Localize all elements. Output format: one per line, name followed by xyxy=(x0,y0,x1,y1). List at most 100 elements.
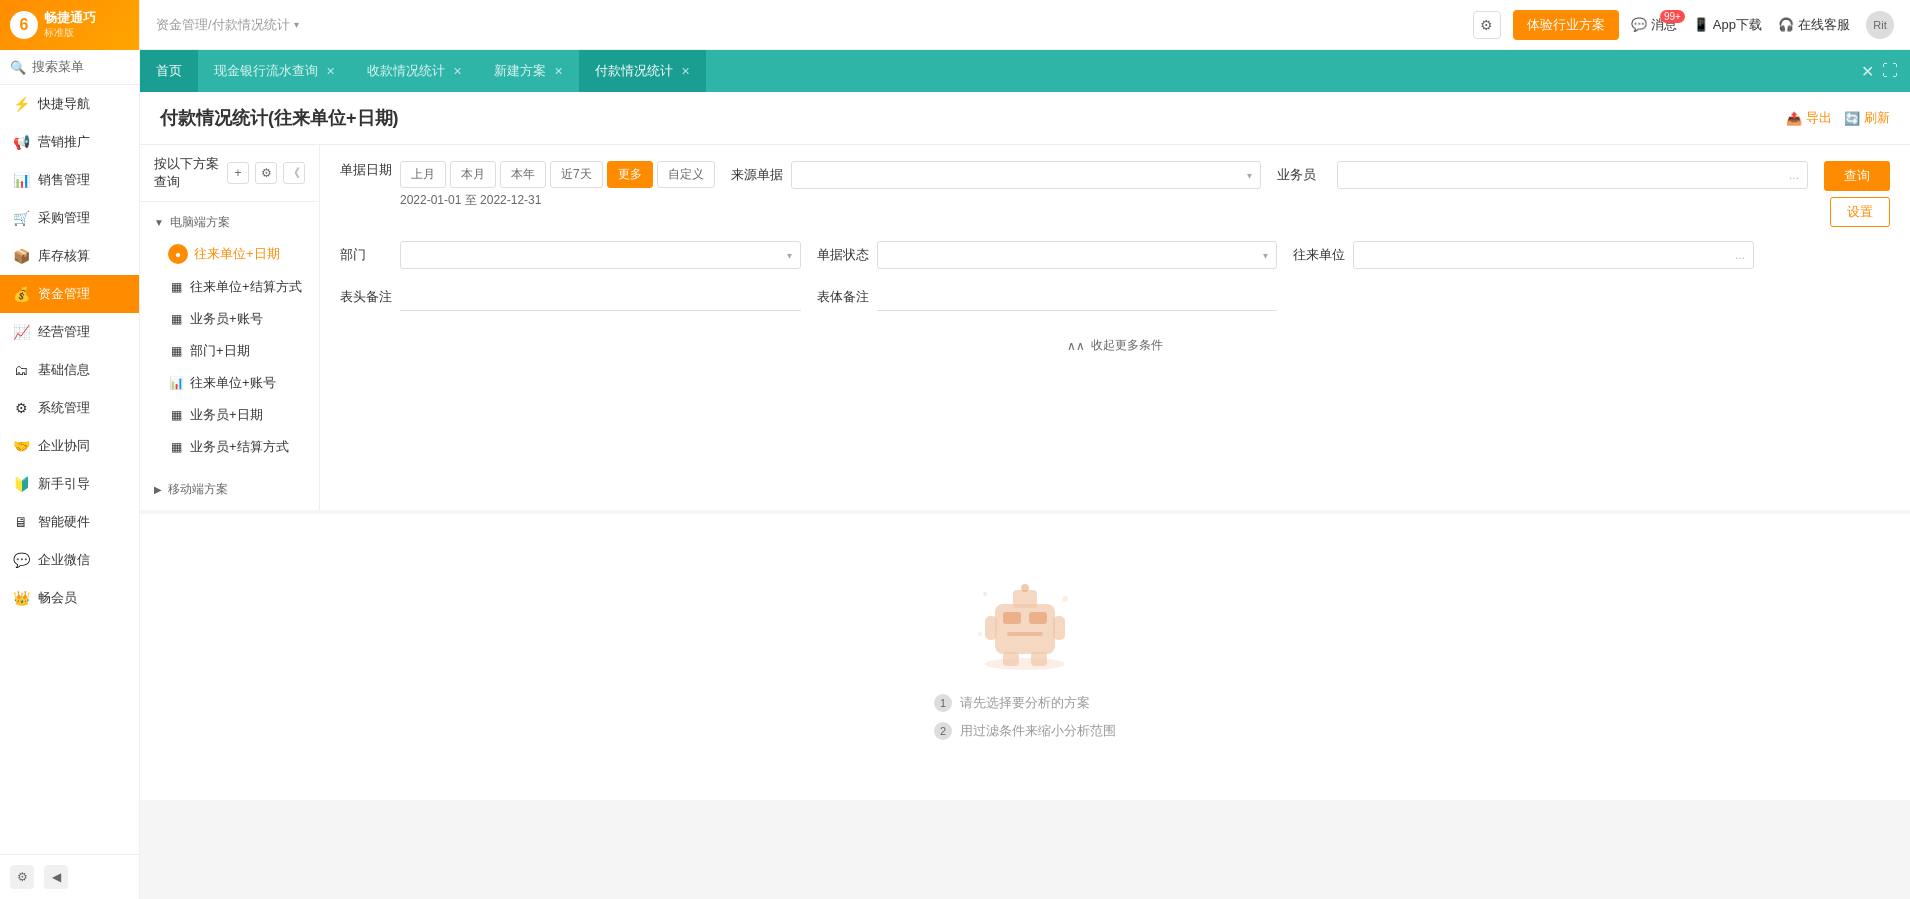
tip-number-2: 2 xyxy=(934,722,952,740)
tab-new-scheme[interactable]: 新建方案 ✕ xyxy=(478,50,579,92)
query-button[interactable]: 查询 xyxy=(1824,161,1890,191)
svg-rect-4 xyxy=(1007,632,1043,636)
scheme-collapse-button[interactable]: 《 xyxy=(283,162,305,184)
tab-receipt[interactable]: 收款情况统计 ✕ xyxy=(351,50,478,92)
refresh-button[interactable]: 🔄 刷新 xyxy=(1844,109,1890,127)
messages-button[interactable]: 💬 消息 99+ xyxy=(1631,16,1677,34)
chevron-down-icon: ▼ xyxy=(154,217,164,228)
filter-area: 单据日期 上月 本月 本年 近7天 更多 自定义 2022-01-01 至 20… xyxy=(320,145,1910,510)
date-range-display: 2022-01-01 至 2022-12-31 xyxy=(400,192,715,209)
tabs-actions: ✕ ⛶ xyxy=(1849,50,1910,92)
page-title: 付款情况统计(往来单位+日期) xyxy=(160,106,399,130)
avatar-initials: Rit xyxy=(1873,19,1886,31)
scheme-item-label: 往来单位+结算方式 xyxy=(190,278,302,296)
date-btn-last-month[interactable]: 上月 xyxy=(400,161,446,188)
tab-expand-icon[interactable]: ⛶ xyxy=(1882,62,1898,80)
user-account[interactable]: Rit xyxy=(1866,11,1894,39)
tab-payment-label: 付款情况统计 xyxy=(595,62,673,80)
search-icon: 🔍 xyxy=(10,60,26,75)
sidebar-item-hardware[interactable]: 🖥 智能硬件 xyxy=(0,503,139,541)
source-input[interactable]: ▾ xyxy=(791,161,1262,189)
salesperson-input[interactable]: ... xyxy=(1337,161,1808,189)
tab-receipt-close[interactable]: ✕ xyxy=(453,65,462,78)
scheme-item-1[interactable]: ▦ 往来单位+结算方式 xyxy=(140,271,319,303)
sidebar-nav: ⚡ 快捷导航 📢 营销推广 📊 销售管理 🛒 采购管理 📦 库存核算 💰 资金管… xyxy=(0,85,139,854)
sidebar-item-inventory[interactable]: 📦 库存核算 xyxy=(0,237,139,275)
wechat-icon: 💬 xyxy=(12,551,30,569)
sidebar-item-label: 营销推广 xyxy=(38,133,90,151)
settings-button[interactable]: 设置 xyxy=(1830,197,1890,227)
counterpart-input[interactable]: ... xyxy=(1353,241,1754,269)
doc-status-input[interactable]: ▾ xyxy=(877,241,1278,269)
topbar-settings-button[interactable]: ⚙ xyxy=(1473,11,1501,39)
sidebar-item-basics[interactable]: 🗂 基础信息 xyxy=(0,351,139,389)
sidebar-item-quick-nav[interactable]: ⚡ 快捷导航 xyxy=(0,85,139,123)
sidebar-item-guide[interactable]: 🔰 新手引导 xyxy=(0,465,139,503)
body-note-input[interactable] xyxy=(877,283,1278,311)
sales-icon: 📊 xyxy=(12,171,30,189)
export-button[interactable]: 📤 导出 xyxy=(1786,109,1832,127)
scheme-item-0[interactable]: ● 往来单位+日期 xyxy=(140,237,319,271)
scheme-add-button[interactable]: + xyxy=(227,162,249,184)
scheme-item-3[interactable]: ▦ 部门+日期 xyxy=(140,335,319,367)
app-download-button[interactable]: 📱 App下载 xyxy=(1693,16,1762,34)
tip-text-2: 用过滤条件来缩小分析范围 xyxy=(960,722,1116,740)
date-btn-7days[interactable]: 近7天 xyxy=(550,161,603,188)
sidebar-footer: ⚙ ◀ xyxy=(0,854,139,899)
sidebar-item-finance[interactable]: 💰 资金管理 xyxy=(0,275,139,313)
svg-rect-8 xyxy=(1053,616,1065,640)
scheme-settings-button[interactable]: ⚙ xyxy=(255,162,277,184)
empty-tip-2: 2 用过滤条件来缩小分析范围 xyxy=(934,722,1116,740)
sidebar-item-wechat[interactable]: 💬 企业微信 xyxy=(0,541,139,579)
trial-button[interactable]: 体验行业方案 xyxy=(1513,10,1619,40)
scheme-item-5[interactable]: ▦ 业务员+日期 xyxy=(140,399,319,431)
scheme-item-6[interactable]: ▦ 业务员+结算方式 xyxy=(140,431,319,463)
tab-payment[interactable]: 付款情况统计 ✕ xyxy=(579,50,706,92)
date-btn-custom[interactable]: 自定义 xyxy=(657,161,715,188)
header-note-input[interactable] xyxy=(400,283,801,311)
query-btn-area: 查询 设置 xyxy=(1824,161,1890,227)
date-btn-this-year[interactable]: 本年 xyxy=(500,161,546,188)
date-btn-this-month[interactable]: 本月 xyxy=(450,161,496,188)
scheme-item-4[interactable]: 📊 往来单位+账号 xyxy=(140,367,319,399)
date-btn-more[interactable]: 更多 xyxy=(607,161,653,188)
dept-input[interactable]: ▾ xyxy=(400,241,801,269)
sidebar: 6 畅捷通巧 标准版 🔍 搜索菜单 ⚡ 快捷导航 📢 营销推广 📊 销售管理 🛒… xyxy=(0,0,140,899)
sidebar-item-enterprise[interactable]: 🤝 企业协同 xyxy=(0,427,139,465)
sidebar-item-sales[interactable]: 📊 销售管理 xyxy=(0,161,139,199)
scheme-group-mobile-title[interactable]: ▶ 移动端方案 xyxy=(140,475,319,504)
scheme-item-label: 业务员+日期 xyxy=(190,406,263,424)
svg-rect-1 xyxy=(995,604,1055,654)
scheme-item-2[interactable]: ▦ 业务员+账号 xyxy=(140,303,319,335)
service-label: 在线客服 xyxy=(1798,16,1850,34)
empty-tips: 1 请先选择要分析的方案 2 用过滤条件来缩小分析范围 xyxy=(934,694,1116,740)
tab-new-scheme-close[interactable]: ✕ xyxy=(554,65,563,78)
svg-point-0 xyxy=(985,658,1065,670)
sidebar-item-operations[interactable]: 📈 经营管理 xyxy=(0,313,139,351)
scheme-group-desktop-title[interactable]: ▼ 电脑端方案 xyxy=(140,208,319,237)
sidebar-item-label: 资金管理 xyxy=(38,285,90,303)
app-name: 畅捷通巧 xyxy=(44,10,96,26)
export-label: 导出 xyxy=(1806,109,1832,127)
svg-point-13 xyxy=(978,632,982,636)
tab-bank-close[interactable]: ✕ xyxy=(326,65,335,78)
sidebar-item-member[interactable]: 👑 畅会员 xyxy=(0,579,139,617)
collapse-filter-button[interactable]: ∧∧ 收起更多条件 xyxy=(1067,329,1163,362)
app-logo-icon: 6 xyxy=(10,11,38,39)
tab-home[interactable]: 首页 xyxy=(140,50,198,92)
online-service-button[interactable]: 🎧 在线客服 xyxy=(1778,16,1850,34)
footer-settings-icon[interactable]: ⚙ xyxy=(10,865,34,889)
search-menu-button[interactable]: 🔍 搜索菜单 xyxy=(0,50,139,85)
footer-collapse-icon[interactable]: ◀ xyxy=(44,865,68,889)
sidebar-item-system[interactable]: ⚙ 系统管理 xyxy=(0,389,139,427)
tab-payment-close[interactable]: ✕ xyxy=(681,65,690,78)
tab-bank[interactable]: 现金银行流水查询 ✕ xyxy=(198,50,351,92)
tab-receipt-label: 收款情况统计 xyxy=(367,62,445,80)
sidebar-item-label: 企业微信 xyxy=(38,551,90,569)
sidebar-item-purchase[interactable]: 🛒 采购管理 xyxy=(0,199,139,237)
sidebar-item-label: 企业协同 xyxy=(38,437,90,455)
svg-rect-9 xyxy=(1003,652,1019,666)
tab-close-all-icon[interactable]: ✕ xyxy=(1861,62,1874,81)
scheme-group-desktop: ▼ 电脑端方案 ● 往来单位+日期 ▦ 往来单位+结算方式 ▦ 业务员+账号 xyxy=(140,202,319,469)
sidebar-item-marketing[interactable]: 📢 营销推广 xyxy=(0,123,139,161)
